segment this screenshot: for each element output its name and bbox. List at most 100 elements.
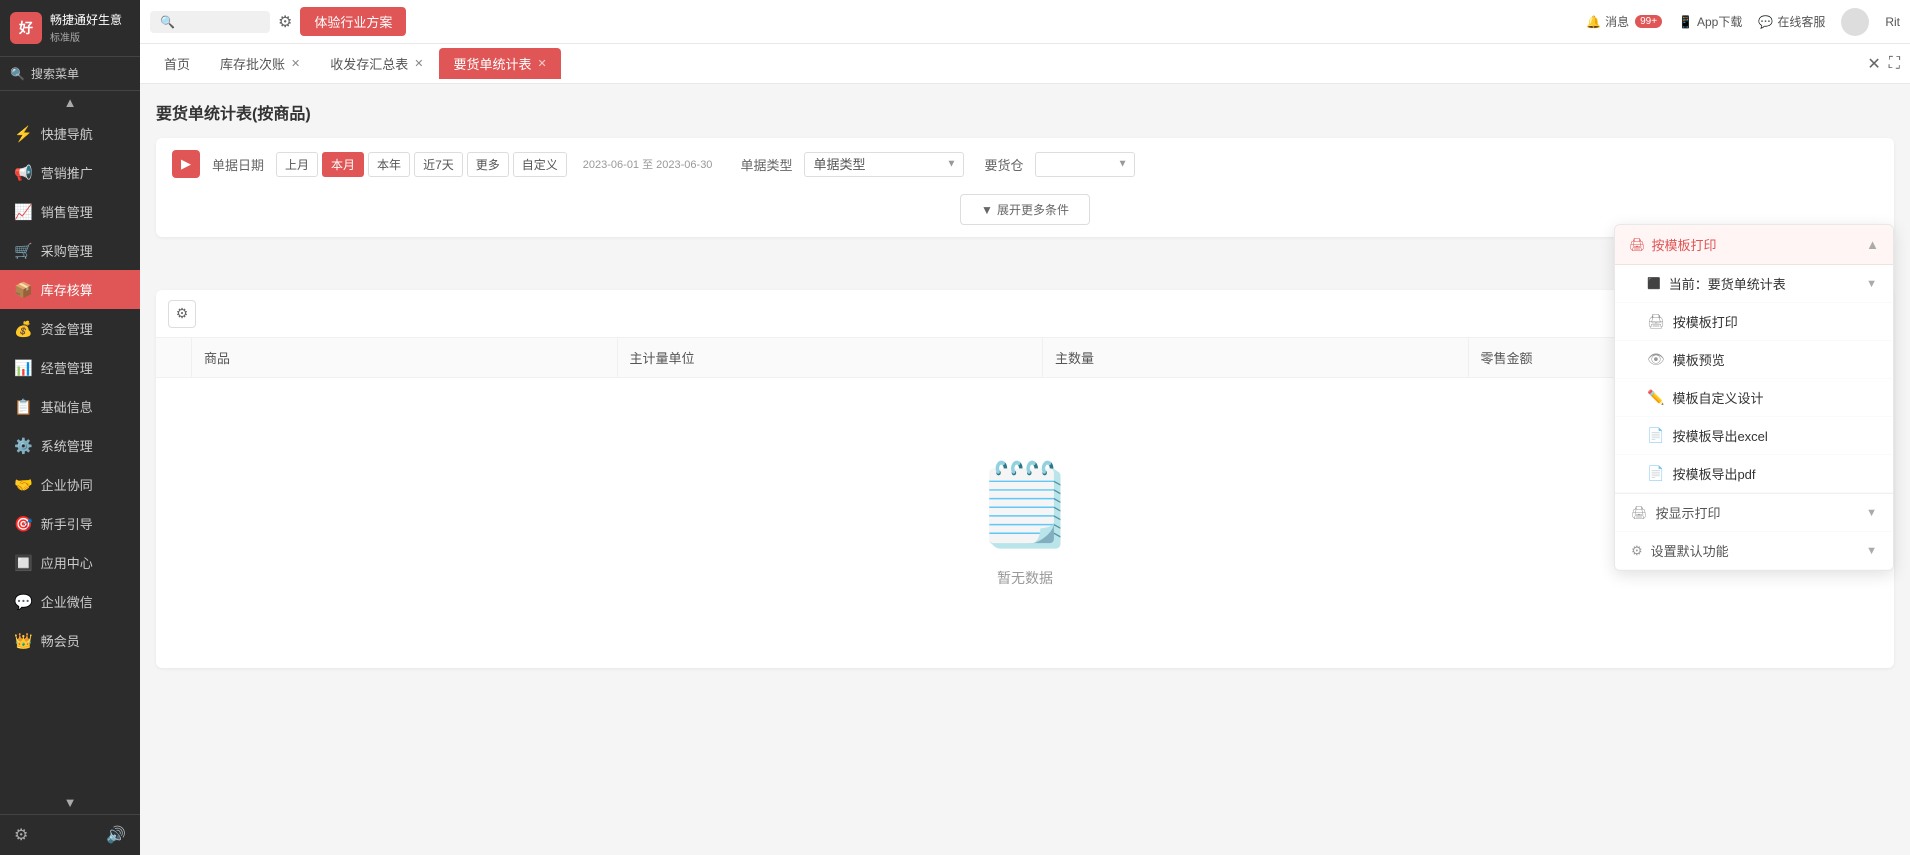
tab-batch-account[interactable]: 库存批次账 ✕ <box>206 48 314 79</box>
scroll-down-btn[interactable]: ▼ <box>0 791 140 814</box>
date-btn-prev[interactable]: 上月 <box>276 152 318 177</box>
sidebar-item-label: 营销推广 <box>41 163 93 182</box>
marketing-icon: 📢 <box>14 164 33 182</box>
sidebar-search[interactable]: 🔍 搜索菜单 <box>0 57 140 91</box>
goods-select-wrapper <box>1035 152 1135 177</box>
date-btn-current[interactable]: 本月 <box>322 152 364 177</box>
sidebar-item-guide[interactable]: 🎯新手引导 <box>0 504 140 543</box>
dropdown-header: 🖨 按模板打印 ▲ <box>1615 225 1893 265</box>
display-print-item[interactable]: 🖨 按显示打印 ▼ <box>1615 494 1893 532</box>
dropdown-current-label: 当前：要货单统计表 <box>1669 274 1786 293</box>
tab-close-icon[interactable]: ✕ <box>538 57 547 70</box>
notification-btn[interactable]: 🔔 消息 99+ <box>1586 13 1662 30</box>
topbar-gear-icon[interactable]: ⚙ <box>278 12 292 32</box>
sidebar-item-enterprise[interactable]: 🤝企业协同 <box>0 465 140 504</box>
date-filter-label: 单据日期 <box>212 155 264 174</box>
default-func-item[interactable]: ⚙ 设置默认功能 ▼ <box>1615 532 1893 570</box>
sidebar-item-purchase[interactable]: 🛒采购管理 <box>0 231 140 270</box>
goods-label: 要货仓 <box>984 155 1023 174</box>
member-icon: 👑 <box>14 632 33 650</box>
dropdown-print-icon: 🖨 <box>1629 237 1646 253</box>
sidebar-item-inventory[interactable]: 📦库存核算 <box>0 270 140 309</box>
operation-icon: 📊 <box>14 359 33 377</box>
scroll-up-btn[interactable]: ▲ <box>0 91 140 114</box>
display-print-expand: ▼ <box>1866 507 1877 519</box>
table-col-1: 商品 <box>192 338 618 377</box>
sidebar-item-apps[interactable]: 🔲应用中心 <box>0 543 140 582</box>
sidebar: 好 畅捷通好生意 标准版 🔍 搜索菜单 ▲ ⚡快捷导航 📢 营销推广 📈销售管理🛒采购… <box>0 0 140 855</box>
tab-order-stats[interactable]: 要货单统计表✕ <box>439 48 560 79</box>
template-preview-icon: 👁 <box>1647 351 1665 368</box>
online-service-btn[interactable]: 💬 在线客服 <box>1758 13 1825 30</box>
online-service-label: 在线客服 <box>1777 13 1825 30</box>
dropdown-item-template-preview[interactable]: 👁模板预览 <box>1615 341 1893 379</box>
search-icon: 🔍 <box>10 67 25 81</box>
sidebar-item-finance[interactable]: 💰资金管理 <box>0 309 140 348</box>
tab-close-icon[interactable]: ✕ <box>291 57 300 70</box>
tab-receipt-summary[interactable]: 收发存汇总表 ✕ <box>316 48 437 79</box>
app-download-label: App下载 <box>1697 13 1742 30</box>
wechat-icon: 💬 <box>14 593 33 611</box>
settings-icon[interactable]: ⚙ <box>14 825 28 845</box>
filter-expand-toggle[interactable]: ▶ <box>172 150 200 178</box>
dropdown-item-template-design[interactable]: ✏️模板自定义设计 <box>1615 379 1893 417</box>
dropdown-collapse-icon[interactable]: ▲ <box>1866 237 1879 252</box>
date-btn-custom[interactable]: 自定义 <box>513 152 567 177</box>
date-buttons: 上月本月本年近7天更多自定义 <box>276 152 567 177</box>
settings-toolbar-btn[interactable]: ⚙ <box>168 300 196 328</box>
dropdown-current[interactable]: ⬛ 当前：要货单统计表 ▼ <box>1615 265 1893 303</box>
order-type-select[interactable]: 单据类型 <box>804 152 964 177</box>
sidebar-item-basic[interactable]: 📋 基础信息 <box>0 387 140 426</box>
template-design-icon: ✏️ <box>1647 389 1664 406</box>
sidebar-item-label: 经营管理 <box>41 358 93 377</box>
sidebar-item-label: 基础信息 <box>41 397 93 416</box>
sidebar-item-wechat[interactable]: 💬企业微信 <box>0 582 140 621</box>
display-print-icon: 🖨 <box>1631 505 1648 521</box>
dropdown-header-label: 按模板打印 <box>1652 235 1717 254</box>
search-menu-label: 搜索菜单 <box>31 65 79 82</box>
sidebar-item-member[interactable]: 👑 畅会员 <box>0 621 140 660</box>
user-avatar[interactable] <box>1841 8 1869 36</box>
tab-label: 库存批次账 <box>220 54 285 73</box>
sidebar-item-operation[interactable]: 📊 经营管理 <box>0 348 140 387</box>
sidebar-item-quick-nav[interactable]: ⚡快捷导航 <box>0 114 140 153</box>
dropdown-items: 🖨按模板打印👁模板预览✏️模板自定义设计📄按模板导出excel📄按模板导出pdf <box>1615 303 1893 493</box>
app-logo: 好 畅捷通好生意 标准版 <box>0 0 140 57</box>
service-icon: 💬 <box>1758 15 1773 29</box>
template-pdf-label: 按模板导出pdf <box>1672 464 1755 483</box>
template-print-icon: 🖨 <box>1647 313 1665 330</box>
expand-more-btn[interactable]: ▼ 展开更多条件 <box>960 194 1090 225</box>
topbar-search[interactable]: 🔍 <box>150 11 270 33</box>
trial-button[interactable]: 体验行业方案 <box>300 7 406 36</box>
notification-badge: 99+ <box>1635 15 1662 28</box>
sidebar-item-sales[interactable]: 📈销售管理 <box>0 192 140 231</box>
tab-home[interactable]: 首页 <box>150 48 204 79</box>
sidebar-item-system[interactable]: ⚙️系统管理 <box>0 426 140 465</box>
close-tab-btn[interactable]: ✕ <box>1867 54 1880 74</box>
app-download-btn[interactable]: 📱 App下载 <box>1678 13 1742 30</box>
current-icon: ⬛ <box>1647 277 1661 290</box>
topbar-search-icon: 🔍 <box>160 15 175 29</box>
maximize-btn[interactable]: ⛶ <box>1889 55 1900 73</box>
current-expand-icon: ▼ <box>1866 278 1877 290</box>
expand-label: 展开更多条件 <box>997 201 1069 218</box>
goods-select[interactable] <box>1035 152 1135 177</box>
table-col-0 <box>156 338 192 377</box>
empty-icon: 🗒️ <box>975 458 1075 552</box>
date-btn-7days[interactable]: 近7天 <box>414 152 463 177</box>
sidebar-item-label: 畅会员 <box>41 631 80 650</box>
tab-close-icon[interactable]: ✕ <box>414 57 423 70</box>
logo-icon: 好 <box>10 12 42 44</box>
date-btn-more[interactable]: 更多 <box>467 152 509 177</box>
basic-icon: 📋 <box>14 398 33 416</box>
dropdown-item-template-excel[interactable]: 📄按模板导出excel <box>1615 417 1893 455</box>
dropdown-item-template-pdf[interactable]: 📄按模板导出pdf <box>1615 455 1893 493</box>
date-btn-year[interactable]: 本年 <box>368 152 410 177</box>
sales-icon: 📈 <box>14 203 33 221</box>
guide-icon: 🎯 <box>14 515 33 533</box>
tab-label: 收发存汇总表 <box>330 54 408 73</box>
username: Rit <box>1885 15 1900 29</box>
sidebar-item-marketing[interactable]: 📢 营销推广 <box>0 153 140 192</box>
sound-icon[interactable]: 🔊 <box>106 825 126 845</box>
dropdown-item-template-print[interactable]: 🖨按模板打印 <box>1615 303 1893 341</box>
